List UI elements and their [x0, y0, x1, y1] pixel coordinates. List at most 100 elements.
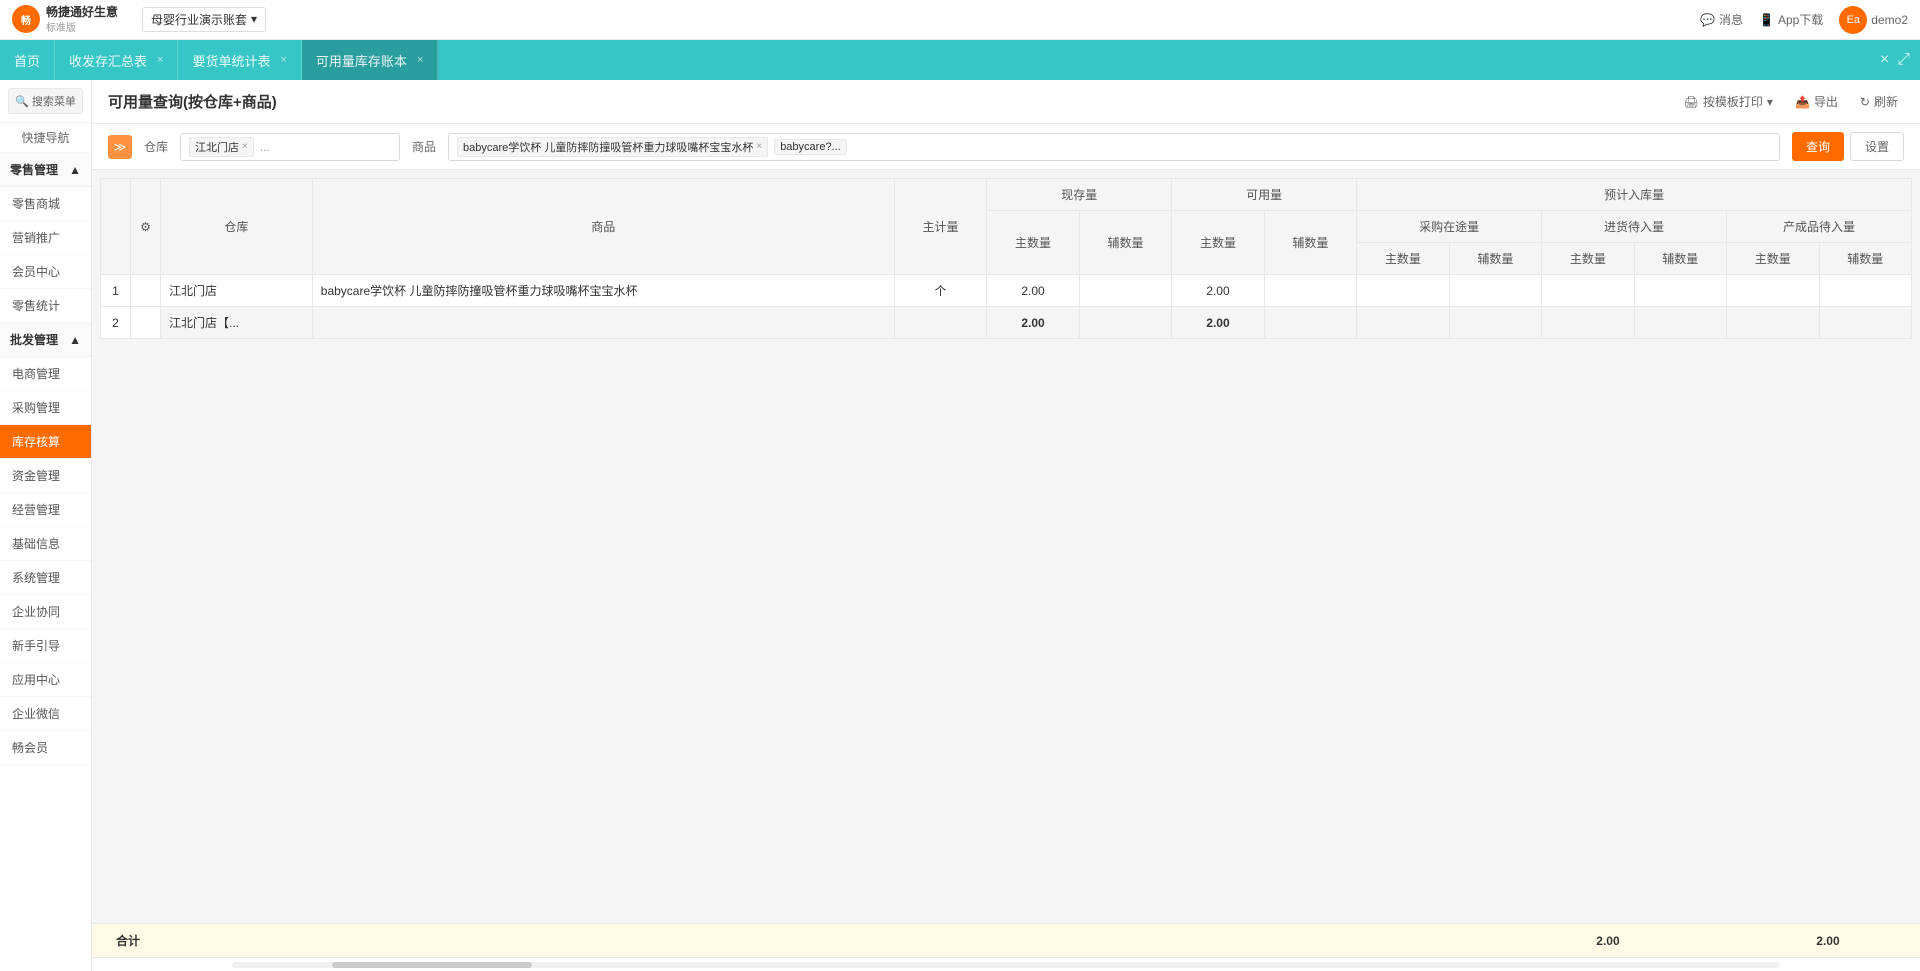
cell-row-num-2: 2: [101, 307, 131, 339]
product-label: 商品: [412, 138, 436, 155]
warehouse-filter-input[interactable]: 江北门店 × ...: [180, 133, 400, 161]
scrollbar-area: [92, 957, 1920, 971]
export-btn[interactable]: 📤 导出: [1789, 90, 1844, 113]
top-bar-right: 💬 消息 📱 App下载 Ea demo2: [1700, 6, 1908, 34]
remove-warehouse-tag[interactable]: ×: [242, 141, 248, 152]
sidebar-item-stock-check[interactable]: 库存核算: [0, 425, 91, 459]
cell-pur-aux-1: [1449, 275, 1541, 307]
cell-avail-aux-2: [1264, 307, 1356, 339]
filter-row: ≫ 仓库 江北门店 × ... 商品 babycare学饮杯 儿童防摔防撞吸管杯…: [92, 124, 1920, 170]
filter-action-btns: 查询 设置: [1792, 132, 1904, 161]
sidebar-item-purchase-mgmt[interactable]: 采购管理: [0, 391, 91, 425]
product-filter-input[interactable]: babycare学饮杯 儿童防摔防撞吸管杯重力球吸嘴杯宝宝水杯 × babyca…: [448, 133, 1780, 161]
user-profile[interactable]: Ea demo2: [1839, 6, 1908, 34]
cell-avail-main-1: 2.00: [1172, 275, 1264, 307]
sidebar-item-basic-info[interactable]: 基础信息: [0, 527, 91, 561]
cell-inc-main-1: [1542, 275, 1634, 307]
table-container: ⚙ 仓库 商品 主计量 现存量 可用量 预计入库量 主数量 辅数量 主数量 辅数…: [92, 170, 1920, 923]
cell-pur-main-2: [1357, 307, 1449, 339]
setting-btn[interactable]: 设置: [1850, 132, 1904, 161]
th-avail-aux: 辅数量: [1264, 211, 1356, 275]
expand-btn[interactable]: ⤢: [1897, 51, 1910, 69]
sidebar-item-retail-mall[interactable]: 零售商城: [0, 187, 91, 221]
sidebar-item-member[interactable]: 畅会员: [0, 731, 91, 765]
th-product: 商品: [312, 179, 894, 275]
close-tab-available-stock[interactable]: ×: [417, 54, 423, 66]
table-row: 1 江北门店 babycare学饮杯 儿童防摔防撞吸管杯重力球吸嘴杯宝宝水杯 个…: [101, 275, 1912, 307]
scrollbar-thumb[interactable]: [332, 962, 532, 968]
tab-receive-send[interactable]: 收发存汇总表 ×: [55, 40, 178, 80]
company-select[interactable]: 母婴行业演示账套 ▾: [142, 7, 266, 32]
th-planned-in: 预计入库量: [1357, 179, 1912, 211]
cell-product-2: [312, 307, 894, 339]
content-area: 可用量查询(按仓库+商品) 🖨 按模板打印 ▾ 📤 导出 ↻ 刷新 ≫: [92, 80, 1920, 971]
th-incoming-aux: 辅数量: [1634, 243, 1726, 275]
query-btn[interactable]: 查询: [1792, 132, 1844, 161]
app-icon: 📱: [1759, 13, 1774, 27]
main-layout: 🔍 搜索菜单 快捷导航 零售管理 ▲ 零售商城 营销推广 会员中心 零售统计 批…: [0, 80, 1920, 971]
sidebar-item-quick-nav[interactable]: 快捷导航: [0, 123, 91, 153]
page-header: 可用量查询(按仓库+商品) 🖨 按模板打印 ▾ 📤 导出 ↻ 刷新: [92, 80, 1920, 124]
cell-prod-aux-2: [1819, 307, 1912, 339]
th-current-stock: 现存量: [987, 179, 1172, 211]
chevron-down-icon: ▾: [251, 12, 257, 26]
sidebar-item-marketing[interactable]: 营销推广: [0, 221, 91, 255]
cell-unit-2: [894, 307, 986, 339]
print-btn[interactable]: 🖨 按模板打印 ▾: [1678, 90, 1779, 113]
warehouse-more-indicator[interactable]: ...: [260, 140, 270, 154]
sidebar-item-new-guide[interactable]: 新手引导: [0, 629, 91, 663]
th-product-pending: 产成品待入量: [1727, 211, 1912, 243]
brand-sub: 标准版: [46, 19, 118, 34]
cell-curr-aux-2: [1079, 307, 1171, 339]
sidebar-item-retail-stats[interactable]: 零售统计: [0, 289, 91, 323]
close-tab-order-stats[interactable]: ×: [280, 54, 286, 66]
sidebar-item-finance[interactable]: 资金管理: [0, 459, 91, 493]
th-purchase-transit: 采购在途量: [1357, 211, 1542, 243]
search-menu-btn[interactable]: 🔍 搜索菜单: [8, 88, 83, 114]
tab-home[interactable]: 首页: [0, 40, 55, 80]
sidebar-item-ecommerce[interactable]: 电商管理: [0, 357, 91, 391]
th-settings[interactable]: ⚙: [131, 179, 161, 275]
print-icon: 🖨: [1684, 95, 1699, 109]
sidebar-section-wholesale[interactable]: 批发管理 ▲: [0, 323, 91, 357]
cell-settings-1: [131, 275, 161, 307]
nav-bar: 首页 收发存汇总表 × 要货单统计表 × 可用量库存账本 × × ⤢: [0, 40, 1920, 80]
sidebar-section-retail[interactable]: 零售管理 ▲: [0, 153, 91, 187]
sidebar-item-enterprise-wechat[interactable]: 企业微信: [0, 697, 91, 731]
close-tab-receive-send[interactable]: ×: [157, 54, 163, 66]
cell-curr-main-1: 2.00: [987, 275, 1079, 307]
sidebar-item-member-center[interactable]: 会员中心: [0, 255, 91, 289]
top-bar-left: 畅 畅捷通好生意 标准版 母婴行业演示账套 ▾: [12, 5, 266, 34]
message-icon: 💬: [1700, 13, 1715, 27]
th-product-aux: 辅数量: [1819, 243, 1912, 275]
tab-order-stats[interactable]: 要货单统计表 ×: [178, 40, 301, 80]
th-purchase-aux: 辅数量: [1449, 243, 1541, 275]
th-current-main: 主数量: [987, 211, 1079, 275]
cell-row-num-1: 1: [101, 275, 131, 307]
chevron-icon: ▲: [69, 163, 81, 177]
tab-available-stock[interactable]: 可用量库存账本 ×: [302, 40, 438, 80]
th-purchase-main: 主数量: [1357, 243, 1449, 275]
filter-expand-btn[interactable]: ≫: [108, 135, 132, 159]
cell-unit-1: 个: [894, 275, 986, 307]
sidebar-item-ops[interactable]: 经营管理: [0, 493, 91, 527]
brand-icon: 畅: [12, 5, 40, 33]
message-btn[interactable]: 💬 消息: [1700, 11, 1743, 28]
sidebar-item-app-center[interactable]: 应用中心: [0, 663, 91, 697]
cell-curr-main-2: 2.00: [987, 307, 1079, 339]
app-download-btn[interactable]: 📱 App下载: [1759, 11, 1823, 28]
product-tag-2: babycare?...: [774, 139, 847, 155]
cell-pur-aux-2: [1449, 307, 1541, 339]
export-icon: 📤: [1795, 95, 1810, 109]
cell-warehouse-1: 江北门店: [161, 275, 313, 307]
footer-label: 合计: [116, 932, 140, 949]
cell-warehouse-2: 江北门店【...: [161, 307, 313, 339]
remove-product-tag-1[interactable]: ×: [756, 141, 762, 152]
refresh-btn[interactable]: ↻ 刷新: [1854, 90, 1904, 113]
sidebar-item-sys-mgmt[interactable]: 系统管理: [0, 561, 91, 595]
cell-prod-main-2: [1727, 307, 1819, 339]
cell-curr-aux-1: [1079, 275, 1171, 307]
close-all-tabs-btn[interactable]: ×: [1880, 51, 1889, 69]
sidebar-item-enterprise-coop[interactable]: 企业协同: [0, 595, 91, 629]
th-warehouse: 仓库: [161, 179, 313, 275]
